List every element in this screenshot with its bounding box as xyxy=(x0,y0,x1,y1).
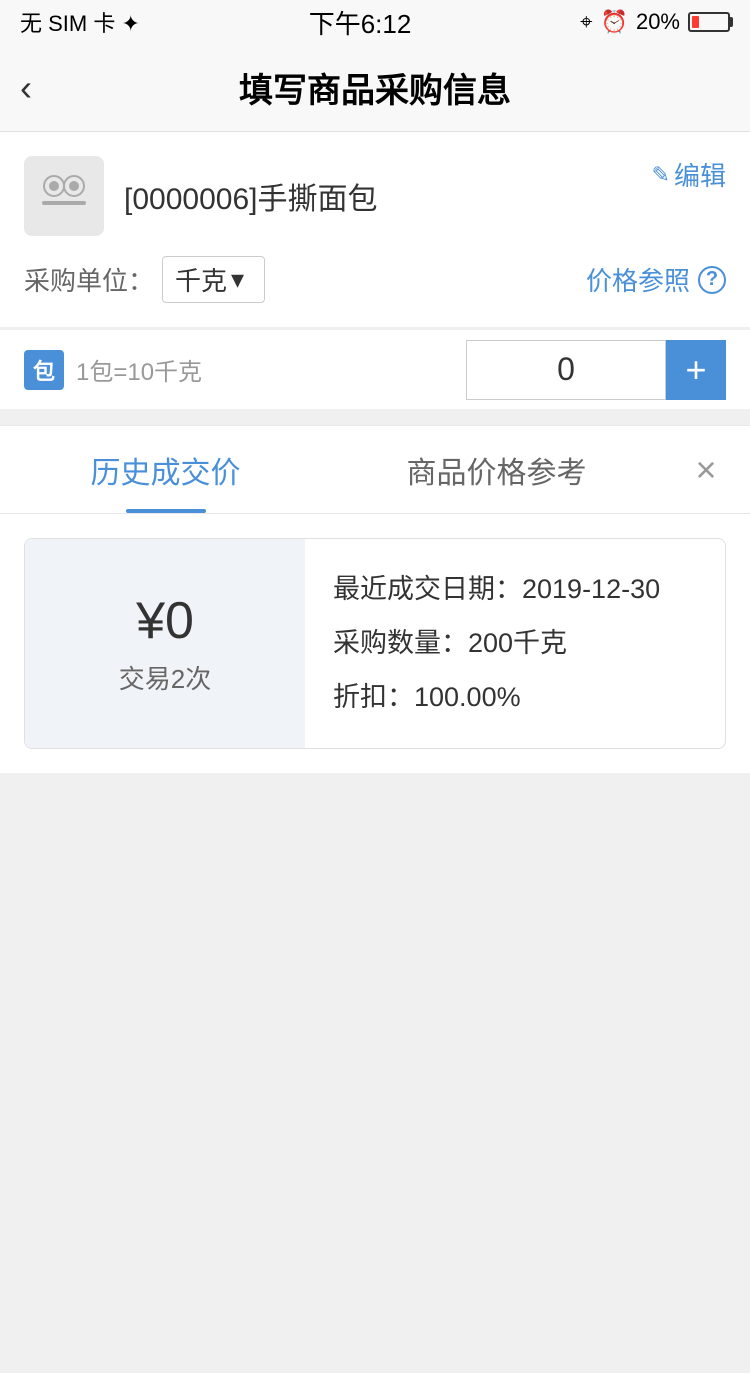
quantity-row: 包 1包=10千克 + xyxy=(0,329,750,409)
product-card: [0000006]手撕面包 ✎ 编辑 采购单位： 千克 ▾ 价格参照 ? xyxy=(0,132,750,327)
product-name: [0000006]手撕面包 xyxy=(124,174,377,218)
back-button[interactable]: ‹ xyxy=(20,67,32,109)
price-ref-icon: ? xyxy=(698,266,726,294)
battery-percent: 20% xyxy=(636,9,680,35)
price-ref-label: 价格参照 xyxy=(586,261,690,298)
page-title: 填写商品采购信息 xyxy=(239,63,511,112)
history-card-right: 最近成交日期：2019-12-30 采购数量：200千克 折扣：100.00% xyxy=(305,539,725,748)
edit-label: 编辑 xyxy=(674,156,726,193)
product-thumbnail xyxy=(24,156,104,236)
tab-close-button[interactable]: × xyxy=(662,426,750,514)
unit-row: 采购单位： 千克 ▾ xyxy=(24,256,265,303)
discount-value: 100.00% xyxy=(414,682,521,712)
price-ref-button[interactable]: 价格参照 ? xyxy=(586,261,726,298)
currency-symbol: ¥ xyxy=(136,592,165,650)
edit-icon: ✎ xyxy=(652,162,670,188)
bottom-area xyxy=(0,773,750,1373)
quantity-input[interactable] xyxy=(466,340,666,400)
tab2-label: 商品价格参考 xyxy=(407,448,587,492)
quantity-plus-button[interactable]: + xyxy=(666,340,726,400)
unit-label-text: 采购单位： xyxy=(24,261,154,298)
history-card: ¥0 交易2次 最近成交日期：2019-12-30 采购数量：200千克 折扣：… xyxy=(24,538,726,749)
status-bar: 无 SIM 卡 ✦ 下午6:12 ⌖ ⏰ 20% xyxy=(0,0,750,44)
recent-date-value: 2019-12-30 xyxy=(522,574,660,604)
status-time: 下午6:12 xyxy=(309,4,412,41)
tab-underline xyxy=(126,509,206,513)
quantity-unit-icon: 包 xyxy=(24,350,64,390)
alarm-icon: ⏰ xyxy=(601,9,628,35)
nav-bar: ‹ 填写商品采购信息 xyxy=(0,44,750,132)
quantity-sub: 1包=10千克 xyxy=(76,352,202,387)
product-info-row: 采购单位： 千克 ▾ 价格参照 ? xyxy=(24,256,726,303)
tab1-label: 历史成交价 xyxy=(91,448,241,492)
quantity-left: 包 1包=10千克 xyxy=(24,350,202,390)
tab-product-price-ref[interactable]: 商品价格参考 xyxy=(331,426,662,513)
recent-date-label: 最近成交日期： xyxy=(333,574,522,604)
dropdown-icon: ▾ xyxy=(231,264,244,295)
history-content: ¥0 交易2次 最近成交日期：2019-12-30 采购数量：200千克 折扣：… xyxy=(0,514,750,773)
signal-text: 无 SIM 卡 ✦ xyxy=(20,6,140,38)
product-left: [0000006]手撕面包 xyxy=(24,156,377,236)
history-discount-row: 折扣：100.00% xyxy=(333,679,697,717)
status-right: ⌖ ⏰ 20% xyxy=(580,9,730,35)
quantity-right: + xyxy=(466,340,726,400)
purchase-qty-value: 200千克 xyxy=(468,628,567,658)
tabs-container: 历史成交价 商品价格参考 × ¥0 交易2次 最近成交日期：2019-12-30… xyxy=(0,425,750,773)
discount-label: 折扣： xyxy=(333,682,414,712)
battery-icon xyxy=(688,12,730,32)
purchase-qty-label: 采购数量： xyxy=(333,628,468,658)
tabs-header: 历史成交价 商品价格参考 × xyxy=(0,426,750,514)
location-icon: ⌖ xyxy=(580,9,592,35)
history-recent-date-row: 最近成交日期：2019-12-30 xyxy=(333,571,697,609)
history-purchase-qty-row: 采购数量：200千克 xyxy=(333,625,697,663)
history-card-left: ¥0 交易2次 xyxy=(25,539,305,748)
unit-value: 千克 xyxy=(175,261,227,298)
history-price: ¥0 xyxy=(136,591,194,651)
edit-button[interactable]: ✎ 编辑 xyxy=(652,156,726,193)
unit-select[interactable]: 千克 ▾ xyxy=(162,256,265,303)
history-trades: 交易2次 xyxy=(119,659,211,696)
product-header: [0000006]手撕面包 ✎ 编辑 xyxy=(24,156,726,236)
tab-history-price[interactable]: 历史成交价 xyxy=(0,426,331,513)
history-price-value: 0 xyxy=(165,592,194,650)
status-left: 无 SIM 卡 ✦ xyxy=(20,6,140,38)
